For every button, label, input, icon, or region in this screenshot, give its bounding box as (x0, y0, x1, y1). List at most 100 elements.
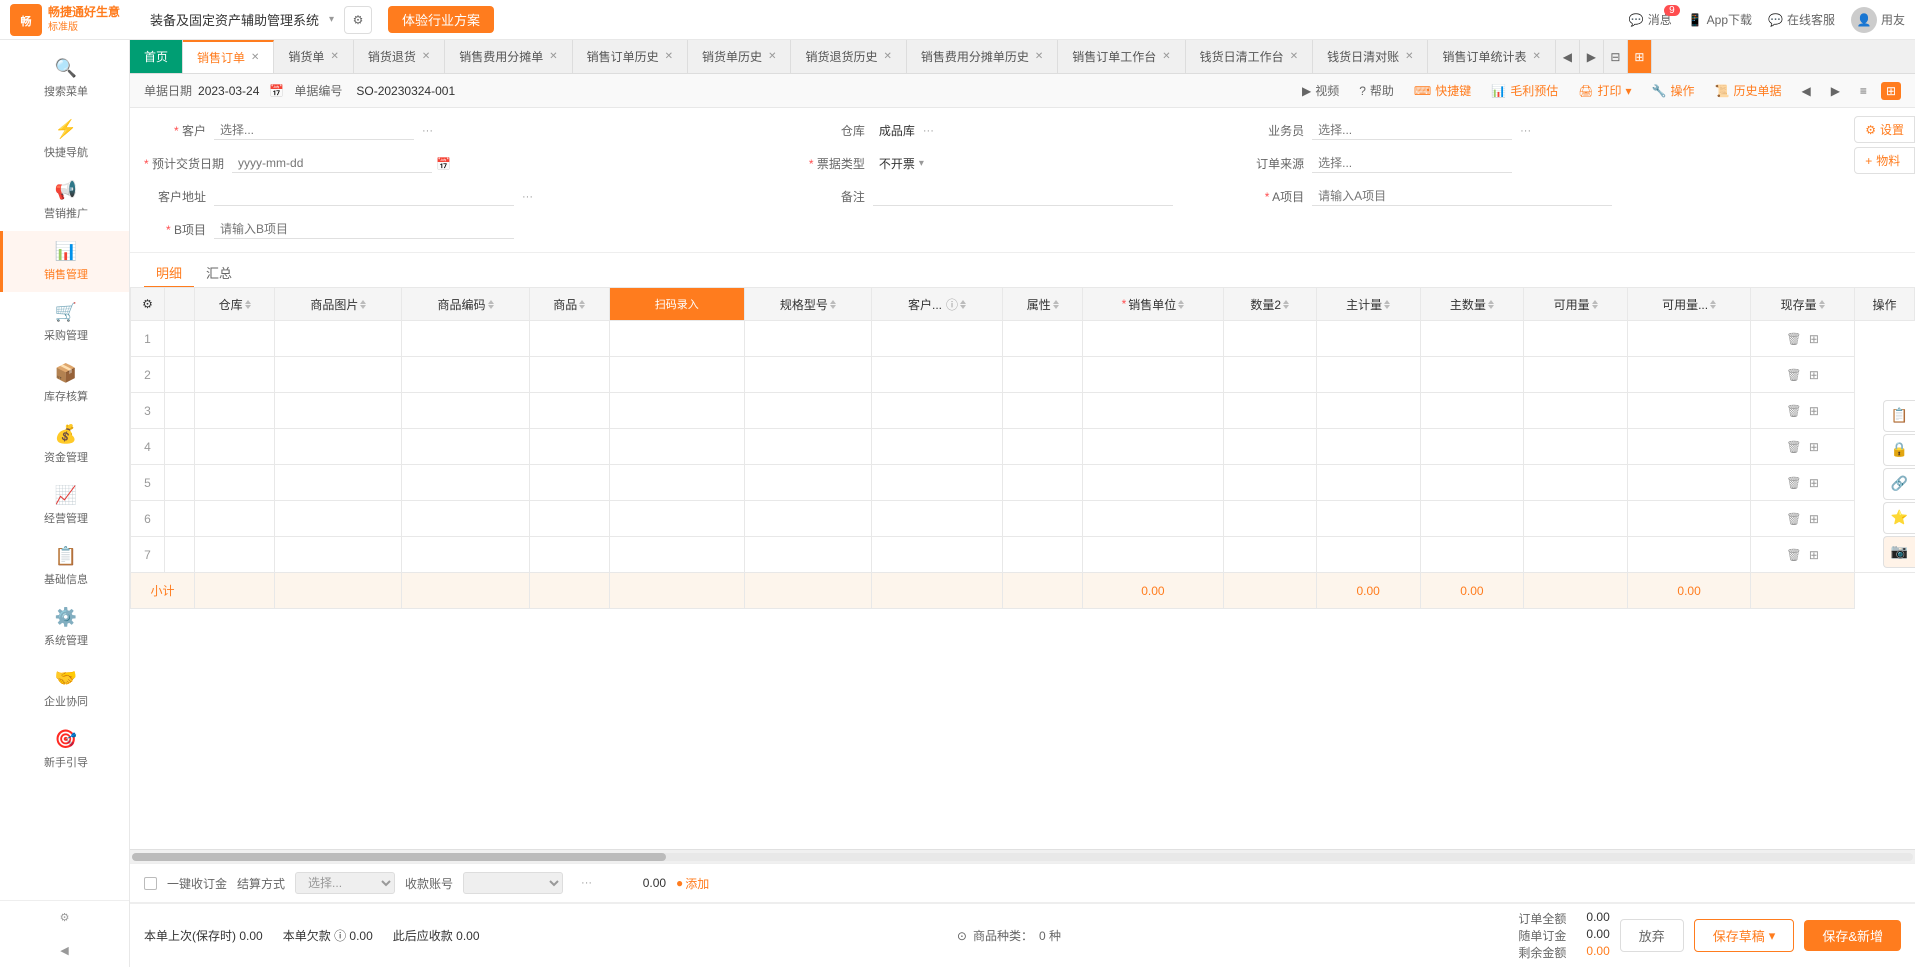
sidebar-collapse-button[interactable]: ◀ (0, 934, 129, 967)
sidebar-item-inventory[interactable]: 📦 库存核算 (0, 353, 129, 414)
scroll-thumb[interactable] (132, 853, 666, 861)
tab-close-8[interactable]: ✕ (1035, 51, 1043, 62)
calendar-icon[interactable]: 📅 (269, 84, 284, 98)
toolbar-list-view[interactable]: ≡ (1854, 82, 1873, 100)
row-stock[interactable] (1627, 357, 1750, 393)
tab-close-12[interactable]: ✕ (1533, 51, 1541, 62)
float-clipboard-btn[interactable]: 📋 (1883, 400, 1915, 432)
sidebar-item-sales[interactable]: 📊 销售管理 (0, 231, 129, 292)
row-code[interactable] (275, 537, 402, 573)
row-copy-icon[interactable]: ⊞ (1809, 404, 1819, 418)
save-draft-button[interactable]: 保存草稿 ▾ (1694, 919, 1795, 952)
salesperson-input[interactable] (1312, 121, 1512, 140)
row-available[interactable] (1420, 321, 1524, 357)
account-select[interactable] (463, 872, 563, 894)
add-payment-button[interactable]: ● 添加 (676, 875, 709, 892)
row-code[interactable] (275, 465, 402, 501)
operate-btn[interactable]: 🔧 操作 (1646, 80, 1701, 101)
save-draft-arrow[interactable]: ▾ (1769, 928, 1776, 944)
row-copy-icon[interactable]: ⊞ (1809, 368, 1819, 382)
row-product[interactable] (402, 465, 529, 501)
warehouse-more[interactable]: ··· (919, 125, 938, 137)
row-custcode[interactable] (744, 357, 871, 393)
row-code[interactable] (275, 501, 402, 537)
tab-sales-return2[interactable]: 销货退货 ✕ (354, 40, 445, 74)
detail-tab-detail[interactable]: 明细 (144, 259, 194, 288)
row-available2[interactable] (1524, 393, 1628, 429)
tab-close-5[interactable]: ✕ (665, 51, 673, 62)
row-scan[interactable] (529, 321, 609, 357)
row-available[interactable] (1420, 429, 1524, 465)
row-unit[interactable] (1003, 537, 1083, 573)
user-button[interactable]: 👤 用友 (1851, 7, 1905, 33)
tab-close-7[interactable]: ✕ (883, 51, 891, 62)
float-link-btn[interactable]: 🔗 (1883, 468, 1915, 500)
view-btn[interactable]: ▶ 视频 (1296, 80, 1345, 101)
float-star-btn[interactable]: ⭐ (1883, 502, 1915, 534)
row-image[interactable] (195, 357, 275, 393)
note-input[interactable] (873, 187, 1173, 206)
col-warehouse-header[interactable]: 仓库 (195, 288, 275, 321)
row-delete-icon[interactable]: 🗑 (1786, 512, 1801, 526)
row-mainqty[interactable] (1316, 429, 1420, 465)
row-product[interactable] (402, 537, 529, 573)
scroll-track[interactable] (132, 853, 1913, 861)
row-custcode[interactable] (744, 537, 871, 573)
industry-button[interactable]: 体验行业方案 (388, 6, 494, 33)
row-custcode[interactable] (744, 429, 871, 465)
row-available2[interactable] (1524, 465, 1628, 501)
sidebar-item-system[interactable]: ⚙️ 系统管理 (0, 597, 129, 658)
row-copy-icon[interactable]: ⊞ (1809, 512, 1819, 526)
col-available-header[interactable]: 可用量 (1524, 288, 1628, 321)
sidebar-item-guide[interactable]: 🎯 新手引导 (0, 719, 129, 780)
discard-button[interactable]: 放弃 (1620, 919, 1684, 952)
row-image[interactable] (195, 393, 275, 429)
row-unit[interactable] (1003, 357, 1083, 393)
tab-close-6[interactable]: ✕ (768, 51, 776, 62)
col-mainqty-header[interactable]: 主数量 (1420, 288, 1524, 321)
sidebar-item-basic[interactable]: 📋 基础信息 (0, 536, 129, 597)
col-image-header[interactable]: 商品图片 (275, 288, 402, 321)
row-spec[interactable] (609, 537, 744, 573)
print-btn[interactable]: 🖨 打印 ▾ (1572, 80, 1637, 101)
row-mainunit[interactable] (1223, 429, 1316, 465)
row-qty2[interactable] (1083, 465, 1223, 501)
row-scan[interactable] (529, 501, 609, 537)
tab-sales-order[interactable]: 销售订单 ✕ (183, 40, 274, 74)
delivery-calendar-icon[interactable]: 📅 (436, 157, 451, 171)
row-product[interactable] (402, 393, 529, 429)
tab-cash-clear[interactable]: 钱货日清对账 ✕ (1313, 40, 1428, 74)
column-settings-icon[interactable]: ⚙ (142, 297, 153, 311)
row-custcode[interactable] (744, 393, 871, 429)
row-delete-icon[interactable]: 🗑 (1786, 548, 1801, 562)
row-stock[interactable] (1627, 429, 1750, 465)
row-mainunit[interactable] (1223, 501, 1316, 537)
row-mainqty[interactable] (1316, 321, 1420, 357)
system-gear-button[interactable]: ⚙ (344, 6, 372, 34)
col-stock-header[interactable]: 现存量 (1751, 288, 1855, 321)
col-product-header[interactable]: 商品 (529, 288, 609, 321)
col-scan-header[interactable]: 扫码录入 (609, 288, 744, 321)
tab-close-9[interactable]: ✕ (1162, 51, 1170, 62)
tab-next-button[interactable]: ▶ (1580, 40, 1604, 74)
row-warehouse[interactable] (165, 357, 195, 393)
profit-btn[interactable]: 📊 毛利预估 (1485, 80, 1564, 101)
row-mainunit[interactable] (1223, 393, 1316, 429)
help-btn[interactable]: ? 帮助 (1353, 80, 1400, 101)
row-product[interactable] (402, 357, 529, 393)
address-more[interactable]: ··· (518, 191, 537, 203)
col-available2-header[interactable]: 可用量... (1627, 288, 1750, 321)
history-btn[interactable]: 📜 历史单据 (1708, 80, 1787, 101)
project-a-input[interactable] (1312, 187, 1612, 206)
system-dropdown-icon[interactable]: ▾ (329, 14, 334, 25)
row-mainunit[interactable] (1223, 465, 1316, 501)
project-b-input[interactable] (214, 220, 514, 239)
row-qty2[interactable] (1083, 357, 1223, 393)
row-mainunit[interactable] (1223, 537, 1316, 573)
row-scan[interactable] (529, 465, 609, 501)
sidebar-settings-button[interactable]: ⚙ (0, 901, 129, 934)
invoice-dropdown-icon[interactable]: ▾ (919, 158, 924, 169)
row-mainqty[interactable] (1316, 357, 1420, 393)
row-available2[interactable] (1524, 357, 1628, 393)
float-lock-btn[interactable]: 🔒 (1883, 434, 1915, 466)
